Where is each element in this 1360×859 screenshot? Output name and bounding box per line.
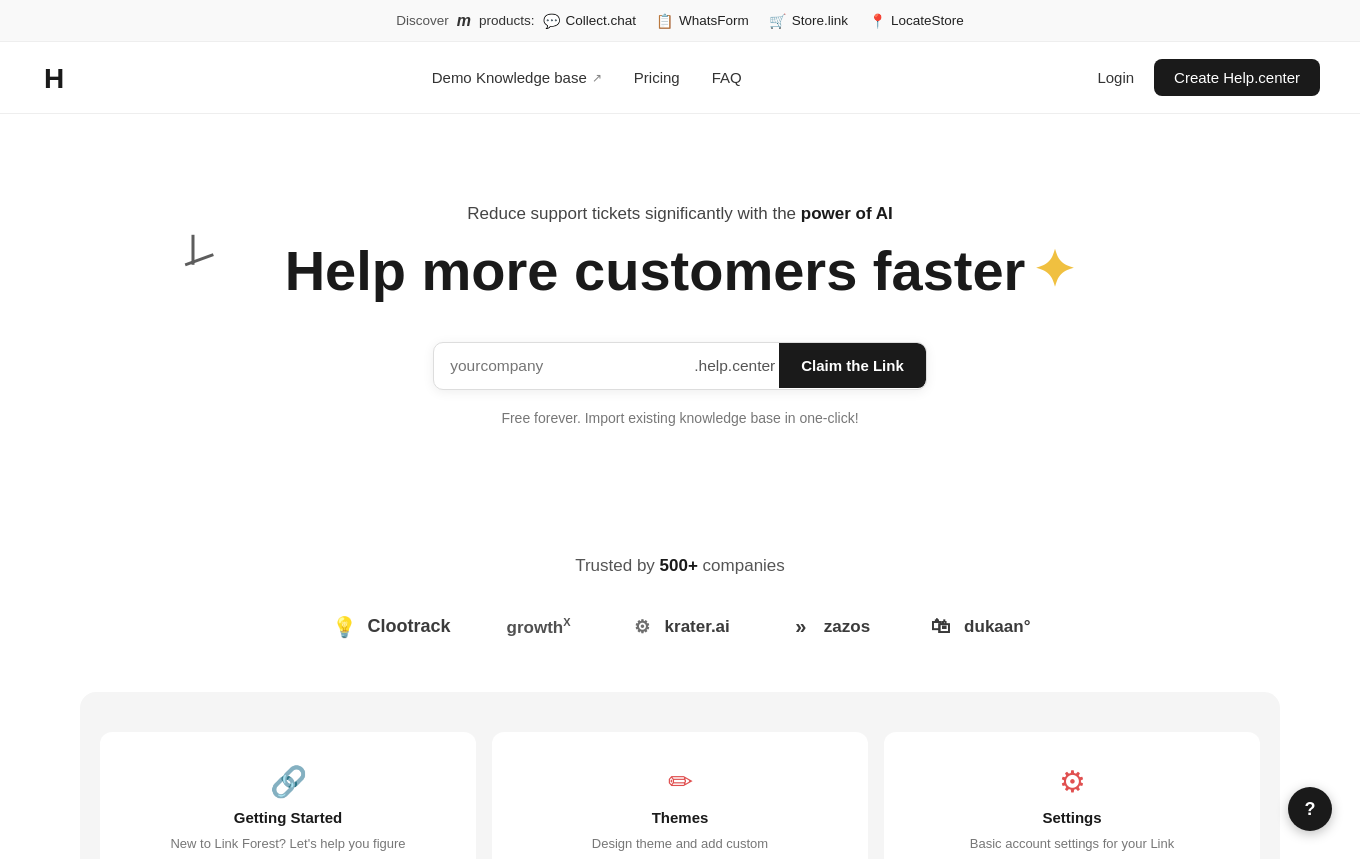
krater-label: krater.ai — [665, 617, 730, 637]
logo-clootrack: 💡 Clootrack — [330, 612, 451, 642]
zazos-icon: » — [786, 612, 816, 642]
store-link-icon: 🛒 — [769, 12, 787, 30]
zazos-label: zazos — [824, 617, 870, 637]
themes-title: Themes — [520, 809, 840, 826]
hero-note: Free forever. Import existing knowledge … — [40, 410, 1320, 426]
claim-input-wrap: .help.center Claim the Link — [433, 342, 927, 390]
product-whatsform[interactable]: 📋 WhatsForm — [656, 12, 749, 30]
whatsform-label: WhatsForm — [679, 13, 749, 28]
logo-icon: H — [40, 60, 76, 96]
nav-demo-kb[interactable]: Demo Knowledge base ↗ — [432, 69, 602, 86]
logo-dukaan: 🛍 dukaan° — [926, 612, 1030, 642]
logos-row: 💡 Clootrack growthX ⚙ krater.ai » zazos … — [40, 612, 1320, 642]
trusted-section: Trusted by 500+ companies 💡 Clootrack gr… — [0, 546, 1360, 692]
svg-text:H: H — [44, 63, 64, 94]
nav-pricing[interactable]: Pricing — [634, 69, 680, 86]
getting-started-title: Getting Started — [128, 809, 448, 826]
hero-subtitle-text: Reduce support tickets significantly wit… — [467, 204, 796, 223]
themes-icon: ✏ — [520, 764, 840, 799]
settings-icon: ⚙ — [912, 764, 1232, 799]
external-link-icon: ↗ — [592, 71, 602, 85]
faq-label: FAQ — [712, 69, 742, 86]
products-suffix: products: — [479, 13, 535, 28]
hero-section: Reduce support tickets significantly wit… — [0, 114, 1360, 546]
preview-card-settings: ⚙ Settings Basic account settings for yo… — [884, 732, 1260, 859]
krater-icon: ⚙ — [627, 612, 657, 642]
nav-faq[interactable]: FAQ — [712, 69, 742, 86]
trusted-title: Trusted by 500+ companies — [40, 556, 1320, 576]
claim-row: .help.center Claim the Link — [40, 342, 1320, 390]
clootrack-icon: 💡 — [330, 612, 360, 642]
locate-store-icon: 📍 — [868, 12, 886, 30]
nav-right: Login Create Help.center — [1097, 59, 1320, 96]
store-link-label: Store.link — [792, 13, 848, 28]
site-logo[interactable]: H — [40, 60, 76, 96]
trusted-prefix: Trusted by — [575, 556, 655, 575]
preview-card-getting-started: 🔗 Getting Started New to Link Forest? Le… — [100, 732, 476, 859]
product-collect-chat[interactable]: 💬 Collect.chat — [542, 12, 636, 30]
top-bar-products: 💬 Collect.chat 📋 WhatsForm 🛒 Store.link … — [542, 12, 963, 30]
dukaan-label: dukaan° — [964, 617, 1030, 637]
dukaan-icon: 🛍 — [926, 612, 956, 642]
bold-m-icon: m — [457, 12, 471, 30]
hero-title: Help more customers faster ✦ — [40, 240, 1320, 302]
claim-link-button[interactable]: Claim the Link — [779, 343, 926, 388]
growthx-label: growthX — [507, 616, 571, 638]
logo-krater: ⚙ krater.ai — [627, 612, 730, 642]
pricing-label: Pricing — [634, 69, 680, 86]
getting-started-icon: 🔗 — [128, 764, 448, 799]
logo-zazos: » zazos — [786, 612, 870, 642]
product-store-link[interactable]: 🛒 Store.link — [769, 12, 848, 30]
preview-card-themes: ✏ Themes Design theme and add custom — [492, 732, 868, 859]
nav-center-links: Demo Knowledge base ↗ Pricing FAQ — [432, 69, 742, 86]
hero-title-text: Help more customers faster — [285, 240, 1026, 302]
preview-section: 🔗 Getting Started New to Link Forest? Le… — [80, 692, 1280, 859]
login-link[interactable]: Login — [1097, 69, 1134, 86]
clootrack-label: Clootrack — [368, 616, 451, 637]
collect-chat-label: Collect.chat — [565, 13, 636, 28]
settings-desc: Basic account settings for your Link — [912, 834, 1232, 854]
discover-label: Discover — [396, 13, 449, 28]
trusted-suffix: companies — [703, 556, 785, 575]
sparkle-icon: ✦ — [1033, 243, 1075, 298]
main-nav: H Demo Knowledge base ↗ Pricing FAQ Logi… — [0, 42, 1360, 114]
top-bar: Discover m products: 💬 Collect.chat 📋 Wh… — [0, 0, 1360, 42]
product-locate-store[interactable]: 📍 LocateStore — [868, 12, 964, 30]
settings-title: Settings — [912, 809, 1232, 826]
collect-chat-icon: 💬 — [542, 12, 560, 30]
hero-subtitle-bold: power of AI — [801, 204, 893, 223]
create-helpcenter-button[interactable]: Create Help.center — [1154, 59, 1320, 96]
hero-subtitle: Reduce support tickets significantly wit… — [40, 204, 1320, 224]
domain-suffix: .help.center — [694, 357, 779, 375]
company-input[interactable] — [434, 343, 694, 389]
trusted-count: 500+ — [660, 556, 698, 575]
demo-kb-label: Demo Knowledge base — [432, 69, 587, 86]
logo-growthx: growthX — [507, 616, 571, 638]
locate-store-label: LocateStore — [891, 13, 964, 28]
whatsform-icon: 📋 — [656, 12, 674, 30]
help-button[interactable]: ? — [1288, 787, 1332, 831]
getting-started-desc: New to Link Forest? Let's help you figur… — [128, 834, 448, 854]
themes-desc: Design theme and add custom — [520, 834, 840, 854]
